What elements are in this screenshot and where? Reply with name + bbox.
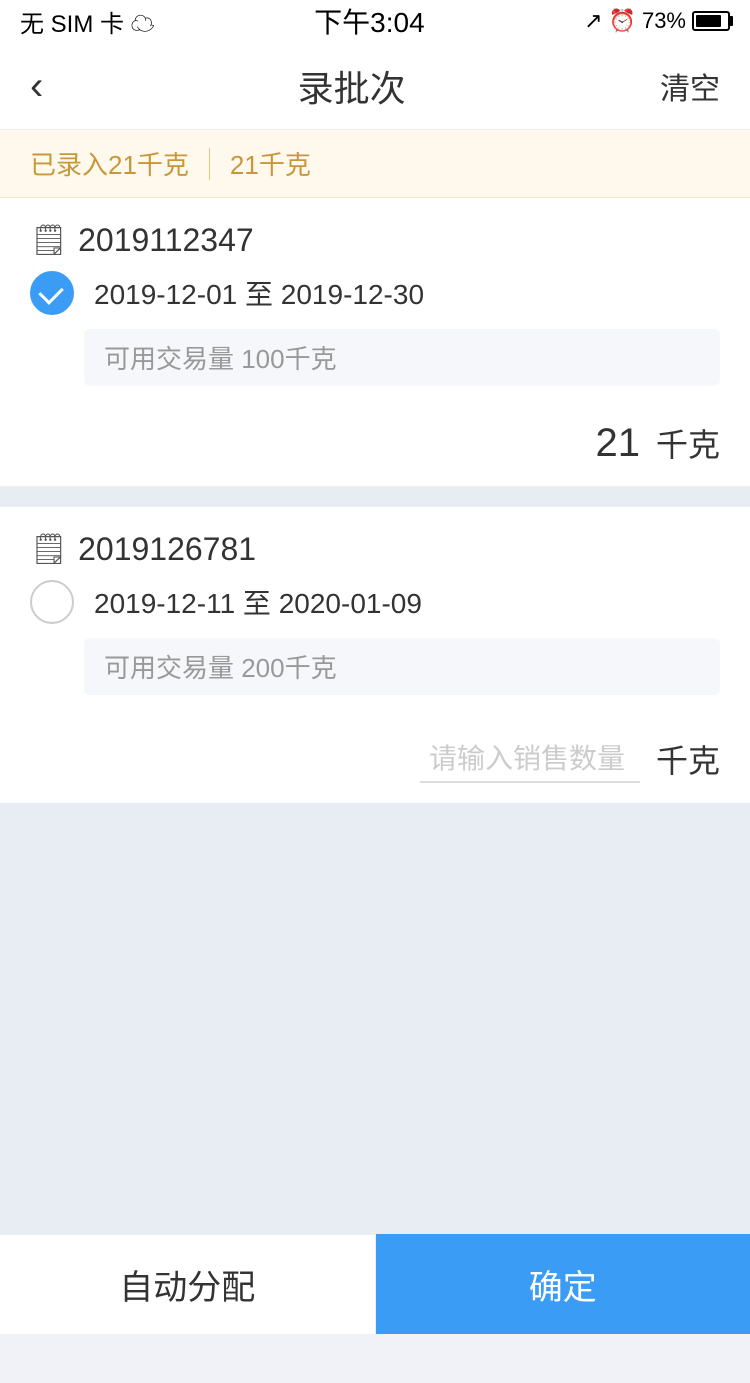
batch-2-date: 2019-12-11 至 2020-01-09 bbox=[94, 582, 422, 622]
empty-area bbox=[0, 803, 750, 1283]
batch-2-icon: 🗒 bbox=[30, 532, 68, 567]
batch-1-id: 2019112347 bbox=[78, 222, 254, 259]
batch-card-2: 🗒 2019126781 2019-12-11 至 2020-01-09 可用交… bbox=[0, 507, 750, 803]
batch-2-date-row: 2019-12-11 至 2020-01-09 bbox=[30, 580, 720, 624]
sim-status: 无 SIM 卡 ☁ bbox=[20, 4, 155, 39]
batch-2-id: 2019126781 bbox=[78, 531, 256, 568]
batch-1-available: 可用交易量 100千克 bbox=[84, 329, 720, 386]
section-divider bbox=[0, 487, 750, 507]
batch-1-unit: 千克 bbox=[656, 420, 720, 466]
content-area: 🗒 2019112347 2019-12-01 至 2019-12-30 可用交… bbox=[0, 198, 750, 1383]
recorded-value: 21千克 bbox=[230, 145, 311, 182]
back-button[interactable]: ‹ bbox=[30, 66, 43, 106]
clear-button[interactable]: 清空 bbox=[660, 64, 720, 108]
batch-2-input-row: 千克 bbox=[0, 719, 750, 803]
confirm-button[interactable]: 确定 bbox=[376, 1234, 750, 1334]
battery-pct: 73% bbox=[642, 8, 686, 34]
status-left: 无 SIM 卡 ☁ bbox=[20, 4, 155, 39]
batch-1-date: 2019-12-01 至 2019-12-30 bbox=[94, 273, 424, 313]
bottom-buttons: 自动分配 确定 bbox=[0, 1234, 750, 1334]
batch-1-icon: 🗒 bbox=[30, 223, 68, 258]
status-right: ↗ ⏰ 73% bbox=[584, 8, 730, 34]
auto-assign-button[interactable]: 自动分配 bbox=[0, 1234, 376, 1334]
nav-bar: ‹ 录批次 清空 bbox=[0, 42, 750, 130]
batch-1-quantity-row: 21 千克 bbox=[0, 410, 750, 487]
batch-2-quantity-input[interactable] bbox=[420, 735, 640, 783]
batch-2-id-row: 🗒 2019126781 bbox=[30, 531, 720, 568]
battery-icon bbox=[692, 11, 730, 31]
batch-card-2-inner: 🗒 2019126781 2019-12-11 至 2020-01-09 可用交… bbox=[0, 507, 750, 719]
batch-2-radio[interactable] bbox=[30, 580, 74, 624]
status-time: 下午3:04 bbox=[314, 1, 425, 41]
batch-card-1: 🗒 2019112347 2019-12-01 至 2019-12-30 可用交… bbox=[0, 198, 750, 487]
batch-2-unit: 千克 bbox=[656, 736, 720, 782]
status-bar: 无 SIM 卡 ☁ 下午3:04 ↗ ⏰ 73% bbox=[0, 0, 750, 42]
batch-1-id-row: 🗒 2019112347 bbox=[30, 222, 720, 259]
batch-2-available: 可用交易量 200千克 bbox=[84, 638, 720, 695]
batch-1-date-row: 2019-12-01 至 2019-12-30 bbox=[30, 271, 720, 315]
location-icon: ↗ bbox=[584, 8, 602, 34]
info-banner: 已录入21千克 21千克 bbox=[0, 130, 750, 198]
batch-1-quantity: 21 bbox=[595, 421, 640, 466]
banner-divider bbox=[209, 148, 210, 180]
recorded-label: 已录入21千克 bbox=[30, 145, 189, 182]
page-title: 录批次 bbox=[298, 60, 406, 112]
batch-card-1-inner: 🗒 2019112347 2019-12-01 至 2019-12-30 可用交… bbox=[0, 198, 750, 410]
batch-1-radio[interactable] bbox=[30, 271, 74, 315]
alarm-icon: ⏰ bbox=[609, 8, 636, 34]
